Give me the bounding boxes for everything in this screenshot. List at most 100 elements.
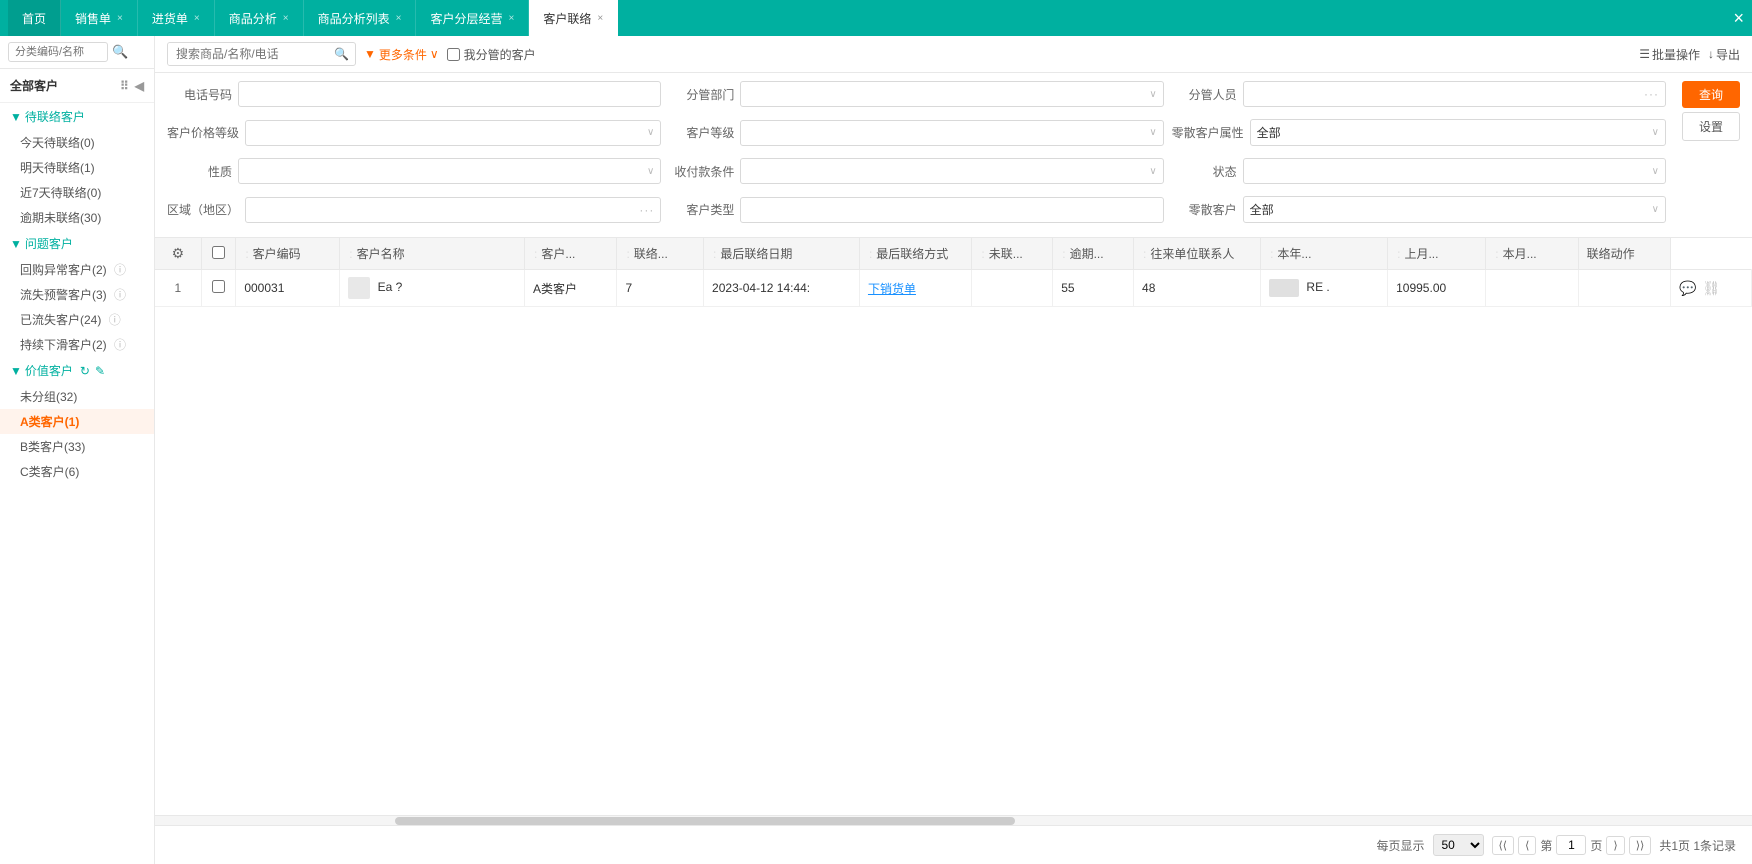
payment-select[interactable]: ∨ [740, 158, 1163, 184]
close-icon[interactable]: × [396, 13, 402, 24]
sidebar-item-c-class[interactable]: C类客户(6) [0, 459, 154, 484]
export-button[interactable]: ↓ 导出 [1708, 46, 1740, 63]
row-index: 1 [155, 270, 201, 307]
query-button[interactable]: 查询 [1682, 81, 1740, 108]
prev-page-button[interactable]: ⟨ [1518, 836, 1536, 855]
sidebar-item-declining[interactable]: 持续下滑客户(2) ⓘ [0, 332, 154, 357]
close-all-button[interactable]: × [1733, 8, 1744, 29]
col-sep: : [713, 247, 716, 261]
sidebar-item-7days[interactable]: 近7天待联络(0) [0, 180, 154, 205]
sidebar-item-lost-warning[interactable]: 流失预警客户(3) ⓘ [0, 282, 154, 307]
price-grade-select[interactable]: ∨ [245, 120, 661, 146]
tab-product-analysis-label: 商品分析 [229, 10, 277, 27]
col-last-month-header: : 上月... [1388, 238, 1486, 270]
col-date-header: : 最后联络日期 [704, 238, 860, 270]
close-icon[interactable]: × [597, 13, 603, 24]
cust-type-input[interactable] [740, 197, 1163, 223]
cust-grade-select[interactable]: ∨ [740, 120, 1163, 146]
nature-select[interactable]: ∨ [238, 158, 661, 184]
scrollbar-thumb[interactable] [395, 817, 1015, 825]
tab-sales[interactable]: 销售单 × [61, 0, 138, 36]
col-sep: : [534, 247, 537, 261]
close-icon[interactable]: × [194, 13, 200, 24]
retail-attr-select[interactable]: 全部 ∨ [1250, 119, 1666, 146]
last-page-button[interactable]: ⟩⟩ [1629, 836, 1652, 855]
col-checkbox-header[interactable] [201, 238, 236, 270]
close-icon[interactable]: × [117, 13, 123, 24]
retail-cust-select[interactable]: 全部 ∨ [1243, 196, 1666, 223]
close-icon[interactable]: × [508, 13, 514, 24]
arrow-down-icon2: ▼ [10, 237, 22, 251]
row-checkbox[interactable] [201, 270, 236, 307]
col-sep: : [1143, 247, 1146, 261]
tab-purchase[interactable]: 进货单 × [138, 0, 215, 36]
sidebar-item-b-class[interactable]: B类客户(33) [0, 434, 154, 459]
link-icon[interactable]: ⛓ [1702, 280, 1720, 297]
page-number-input[interactable] [1556, 835, 1586, 855]
close-icon[interactable]: × [283, 13, 289, 24]
row-last-way[interactable]: 下销货单 [859, 270, 971, 307]
customer-avatar [348, 277, 370, 299]
filter-cell-nature: 性质 ∨ [167, 158, 661, 184]
dept-select[interactable]: ∨ [740, 81, 1163, 107]
row-select-checkbox[interactable] [212, 280, 225, 293]
edit-icon[interactable]: ✎ [95, 364, 105, 378]
filter-cell-status: 状态 ∨ [1172, 158, 1666, 184]
status-select[interactable]: ∨ [1243, 158, 1666, 184]
next-page-button[interactable]: ⟩ [1606, 836, 1624, 855]
settings-icon[interactable]: ⚙ [172, 245, 185, 261]
col-uncontact-header: : 未联... [972, 238, 1053, 270]
my-customers-checkbox[interactable]: 我分管的客户 [447, 46, 536, 63]
person-name: RE . [1306, 280, 1329, 294]
section-value-customers[interactable]: ▼ 价值客户 ↻ ✎ [0, 357, 154, 384]
region-input[interactable]: ··· [245, 197, 661, 223]
search-icon[interactable]: 🔍 [328, 43, 355, 65]
person-label: 分管人员 [1172, 86, 1237, 103]
more-conditions-button[interactable]: ▼ 更多条件 ∨ [364, 46, 439, 63]
retail-attr-label: 零散客户属性 [1172, 124, 1244, 141]
sidebar-item-overdue[interactable]: 逾期未联络(30) [0, 205, 154, 230]
sidebar-item-today[interactable]: 今天待联络(0) [0, 130, 154, 155]
batch-op-button[interactable]: ☰ 批量操作 [1639, 46, 1700, 63]
page-label: 第 [1540, 837, 1552, 854]
search-input[interactable] [168, 43, 328, 65]
sidebar-item-abnormal[interactable]: 回购异常客户(2) ⓘ [0, 257, 154, 282]
tab-product-analysis[interactable]: 商品分析 × [215, 0, 304, 36]
section-pending-contact[interactable]: ▼ 待联络客户 [0, 103, 154, 130]
sidebar-item-tomorrow[interactable]: 明天待联络(1) [0, 155, 154, 180]
col-name-header: : 客户名称 [340, 238, 525, 270]
message-icon[interactable]: 💬 [1679, 280, 1696, 297]
first-page-button[interactable]: ⟨⟨ [1492, 836, 1515, 855]
col-this-year-header: : 本年... [1261, 238, 1388, 270]
select-all-checkbox[interactable] [212, 246, 225, 259]
last-way-link[interactable]: 下销货单 [868, 282, 916, 296]
collapse-icon[interactable]: ◀ [135, 79, 144, 93]
section-value-label: 价值客户 [25, 362, 73, 379]
chevron-down-icon: ∨ [1652, 127, 1659, 138]
tab-customer-segment[interactable]: 客户分层经营 × [416, 0, 529, 36]
customer-name-text: Ea [378, 280, 393, 294]
sidebar-all-customers[interactable]: 全部客户 ⠿ ◀ [0, 69, 154, 103]
setting-button[interactable]: 设置 [1682, 112, 1740, 141]
sidebar-item-lost[interactable]: 已流失客户(24) ⓘ [0, 307, 154, 332]
info-icon: ⓘ [114, 288, 126, 302]
tab-customer-contact[interactable]: 客户联络 × [529, 0, 618, 36]
col-settings[interactable]: ⚙ [155, 238, 201, 270]
refresh-icon[interactable]: ↻ [80, 364, 90, 378]
tab-home[interactable]: 首页 [8, 0, 61, 36]
tab-product-list[interactable]: 商品分析列表 × [304, 0, 417, 36]
per-page-label: 每页显示 [1376, 837, 1424, 854]
sidebar-search-input[interactable] [8, 42, 108, 62]
sidebar-item-a-class[interactable]: A类客户(1) [0, 409, 154, 434]
sidebar-search-icon[interactable]: 🔍 [112, 44, 128, 60]
top-nav: 首页 销售单 × 进货单 × 商品分析 × 商品分析列表 × 客户分层经营 × … [0, 0, 1752, 36]
section-problem-customers[interactable]: ▼ 问题客户 [0, 230, 154, 257]
phone-input[interactable] [238, 81, 661, 107]
person-input[interactable]: ··· [1243, 81, 1666, 107]
sidebar-item-ungraded[interactable]: 未分组(32) [0, 384, 154, 409]
row-last-month [1486, 270, 1578, 307]
horizontal-scrollbar[interactable] [155, 815, 1752, 825]
per-page-select[interactable]: 50 100 200 [1433, 834, 1484, 856]
my-customers-check[interactable] [447, 48, 460, 61]
col-sep: : [1062, 247, 1065, 261]
